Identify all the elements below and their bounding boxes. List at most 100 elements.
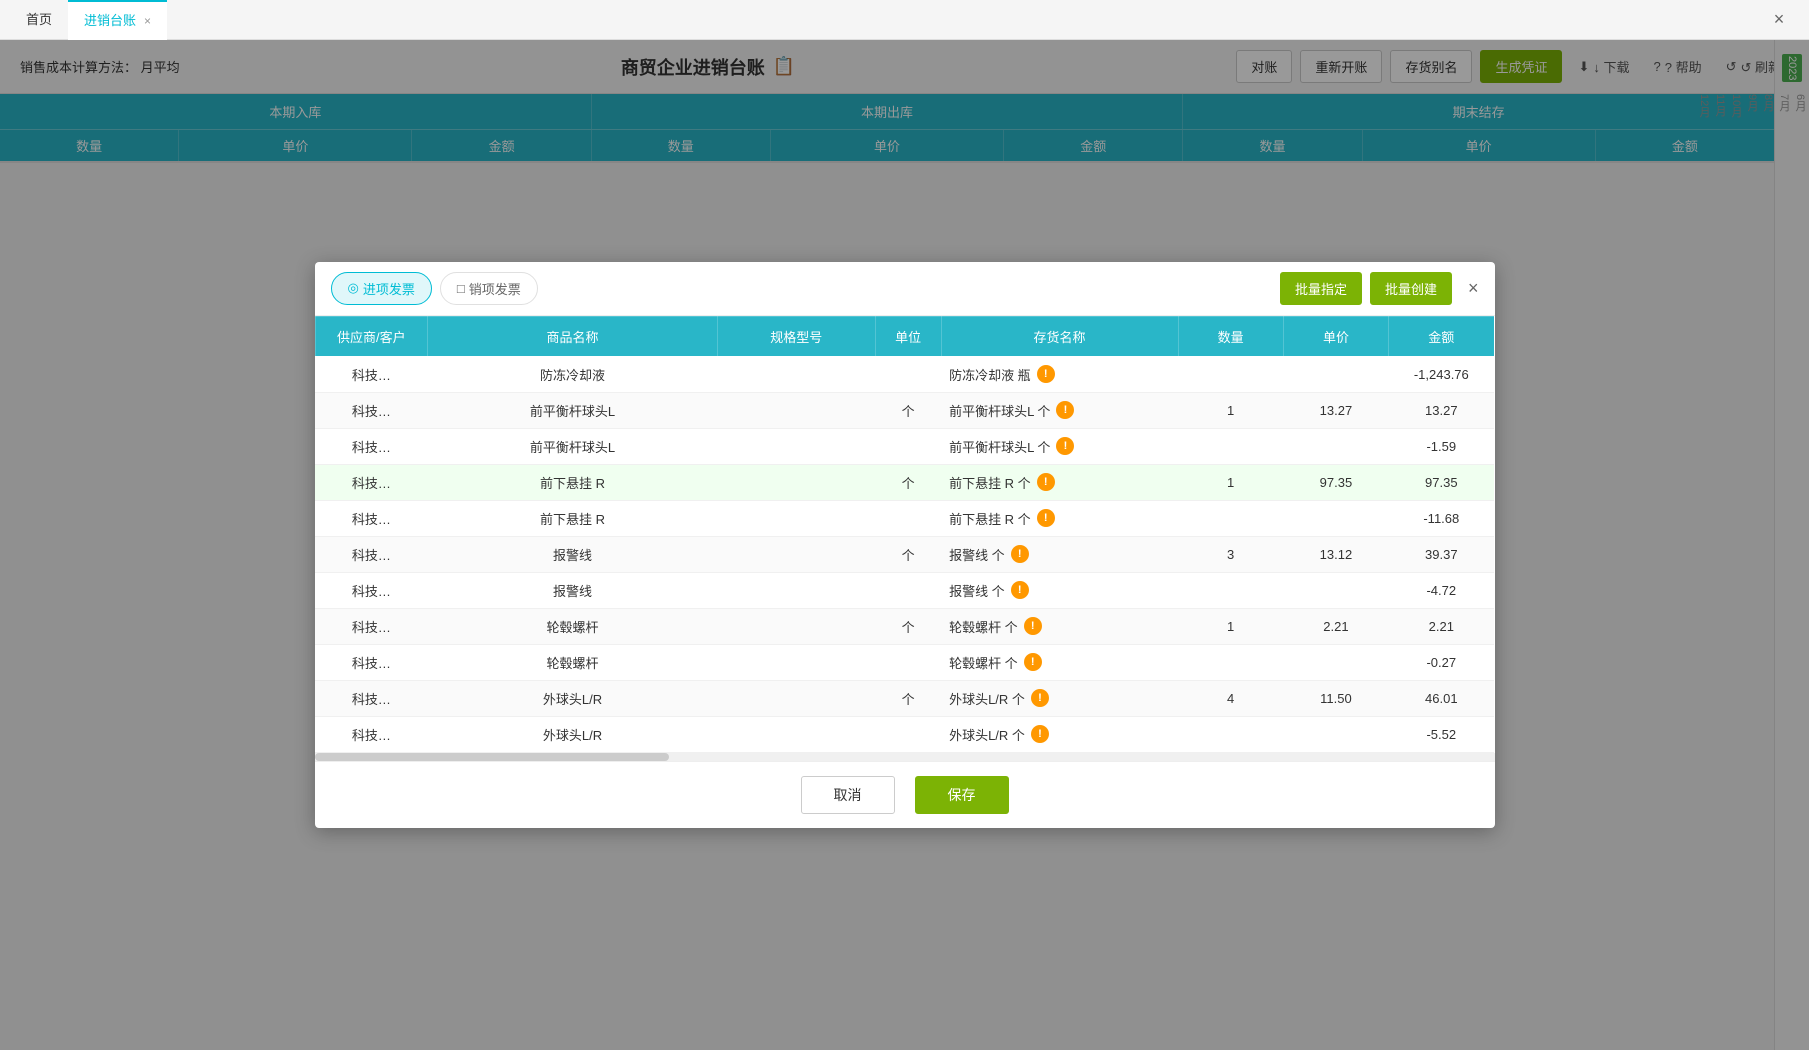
cell-amount: -1.59: [1389, 429, 1494, 465]
cell-company: 科技…: [315, 681, 428, 717]
cell-unit-price: [1283, 645, 1388, 681]
modal-header-buttons: 批量指定 批量创建 ×: [1280, 272, 1479, 305]
cell-unit: [875, 356, 941, 393]
modal-overlay: ◎ 进项发票 □ 销项发票 批量指定 批量创建 ×: [0, 40, 1809, 1050]
main-area: 销售成本计算方法： 月平均 商贸企业进销台账 📋 对账 重新开账 存货别名 生成…: [0, 40, 1809, 1050]
cell-company: 科技…: [315, 429, 428, 465]
scrollbar-thumb[interactable]: [315, 753, 669, 761]
table-row[interactable]: 科技… 防冻冷却液 防冻冷却液 瓶 ! -1,243.76: [315, 356, 1494, 393]
cell-spec: [717, 645, 875, 681]
table-row[interactable]: 科技… 外球头L/R 个 外球头L/R 个 ! 4 11.50 46.01: [315, 681, 1494, 717]
col-amount: 金额: [1389, 316, 1494, 356]
warning-icon: !: [1011, 581, 1029, 599]
cell-quantity: 4: [1178, 681, 1283, 717]
cell-quantity: 1: [1178, 465, 1283, 501]
warning-icon: !: [1024, 617, 1042, 635]
table-row[interactable]: 科技… 前平衡杆球头L 前平衡杆球头L 个 ! -1.59: [315, 429, 1494, 465]
cell-product: 轮毂螺杆: [428, 645, 718, 681]
warning-icon: !: [1056, 437, 1074, 455]
col-product-name: 商品名称: [428, 316, 718, 356]
cell-product: 轮毂螺杆: [428, 609, 718, 645]
cell-unit: [875, 645, 941, 681]
cell-unit: [875, 501, 941, 537]
warning-icon: !: [1011, 545, 1029, 563]
cell-unit: [875, 429, 941, 465]
cell-unit-price: 97.35: [1283, 465, 1388, 501]
batch-create-button[interactable]: 批量创建: [1370, 272, 1452, 305]
cell-quantity: 1: [1178, 609, 1283, 645]
table-row[interactable]: 科技… 轮毂螺杆 个 轮毂螺杆 个 ! 1 2.21 2.21: [315, 609, 1494, 645]
cell-spec: [717, 573, 875, 609]
table-row[interactable]: 科技… 轮毂螺杆 轮毂螺杆 个 ! -0.27: [315, 645, 1494, 681]
cell-unit: 个: [875, 609, 941, 645]
cell-quantity: [1178, 501, 1283, 537]
cell-amount: 39.37: [1389, 537, 1494, 573]
cell-product: 外球头L/R: [428, 681, 718, 717]
table-row[interactable]: 科技… 报警线 报警线 个 ! -4.72: [315, 573, 1494, 609]
cell-quantity: [1178, 429, 1283, 465]
tab-purchase-invoice[interactable]: ◎ 进项发票: [331, 272, 432, 305]
cancel-button[interactable]: 取消: [801, 776, 895, 814]
cell-unit-price: 2.21: [1283, 609, 1388, 645]
cell-company: 科技…: [315, 717, 428, 753]
cell-spec: [717, 501, 875, 537]
cell-company: 科技…: [315, 537, 428, 573]
tab-label[interactable]: 进销台账: [84, 1, 136, 41]
cell-unit: [875, 573, 941, 609]
cell-unit: 个: [875, 393, 941, 429]
modal-table-container[interactable]: 供应商/客户 商品名称 规格型号 单位 存货名称 数量 单价 金额 科技… 防冻…: [315, 316, 1495, 754]
warning-icon: !: [1056, 401, 1074, 419]
cell-unit-price: [1283, 429, 1388, 465]
cell-amount: -4.72: [1389, 573, 1494, 609]
warning-icon: !: [1031, 725, 1049, 743]
cell-spec: [717, 465, 875, 501]
cell-unit: 个: [875, 465, 941, 501]
cell-product: 防冻冷却液: [428, 356, 718, 393]
cell-company: 科技…: [315, 465, 428, 501]
cell-inventory: 外球头L/R 个 !: [941, 681, 1178, 717]
table-row[interactable]: 科技… 外球头L/R 外球头L/R 个 ! -5.52: [315, 717, 1494, 753]
table-row[interactable]: 科技… 报警线 个 报警线 个 ! 3 13.12 39.37: [315, 537, 1494, 573]
tab-close-icon[interactable]: ×: [144, 1, 151, 41]
cell-unit-price: 13.12: [1283, 537, 1388, 573]
warning-icon: !: [1037, 473, 1055, 491]
cell-product: 报警线: [428, 537, 718, 573]
home-tab[interactable]: 首页: [10, 0, 68, 40]
cell-company: 科技…: [315, 609, 428, 645]
cell-unit-price: [1283, 501, 1388, 537]
modal-dialog: ◎ 进项发票 □ 销项发票 批量指定 批量创建 ×: [315, 262, 1495, 829]
cell-amount: -1,243.76: [1389, 356, 1494, 393]
cell-amount: 97.35: [1389, 465, 1494, 501]
sales-icon: □: [457, 281, 465, 296]
cell-unit-price: [1283, 573, 1388, 609]
cell-quantity: [1178, 356, 1283, 393]
modal-footer: 取消 保存: [315, 761, 1495, 828]
table-row[interactable]: 科技… 前下悬挂 R 个 前下悬挂 R 个 ! 1 97.35 97.35: [315, 465, 1494, 501]
cell-company: 科技…: [315, 393, 428, 429]
cell-company: 科技…: [315, 356, 428, 393]
cell-amount: 46.01: [1389, 681, 1494, 717]
cell-company: 科技…: [315, 645, 428, 681]
batch-assign-button[interactable]: 批量指定: [1280, 272, 1362, 305]
cell-unit-price: 13.27: [1283, 393, 1388, 429]
cell-quantity: [1178, 645, 1283, 681]
table-row[interactable]: 科技… 前平衡杆球头L 个 前平衡杆球头L 个 ! 1 13.27 13.27: [315, 393, 1494, 429]
cell-quantity: [1178, 717, 1283, 753]
cell-quantity: [1178, 573, 1283, 609]
cell-spec: [717, 356, 875, 393]
cell-unit-price: 11.50: [1283, 681, 1388, 717]
purchase-icon: ◎: [348, 280, 359, 296]
table-body: 科技… 防冻冷却液 防冻冷却液 瓶 ! -1,243.76 科技… 前平衡杆球头…: [315, 356, 1494, 753]
table-row[interactable]: 科技… 前下悬挂 R 前下悬挂 R 个 ! -11.68: [315, 501, 1494, 537]
cell-quantity: 1: [1178, 393, 1283, 429]
cell-amount: 13.27: [1389, 393, 1494, 429]
horizontal-scrollbar[interactable]: [315, 753, 1495, 761]
window-close-button[interactable]: ×: [1759, 0, 1799, 40]
modal-close-button[interactable]: ×: [1468, 272, 1479, 305]
col-quantity: 数量: [1178, 316, 1283, 356]
cell-inventory: 前下悬挂 R 个 !: [941, 501, 1178, 537]
cell-inventory: 轮毂螺杆 个 !: [941, 645, 1178, 681]
tab-sales-invoice[interactable]: □ 销项发票: [440, 272, 538, 305]
save-button[interactable]: 保存: [915, 776, 1009, 814]
col-unit-price: 单价: [1283, 316, 1388, 356]
